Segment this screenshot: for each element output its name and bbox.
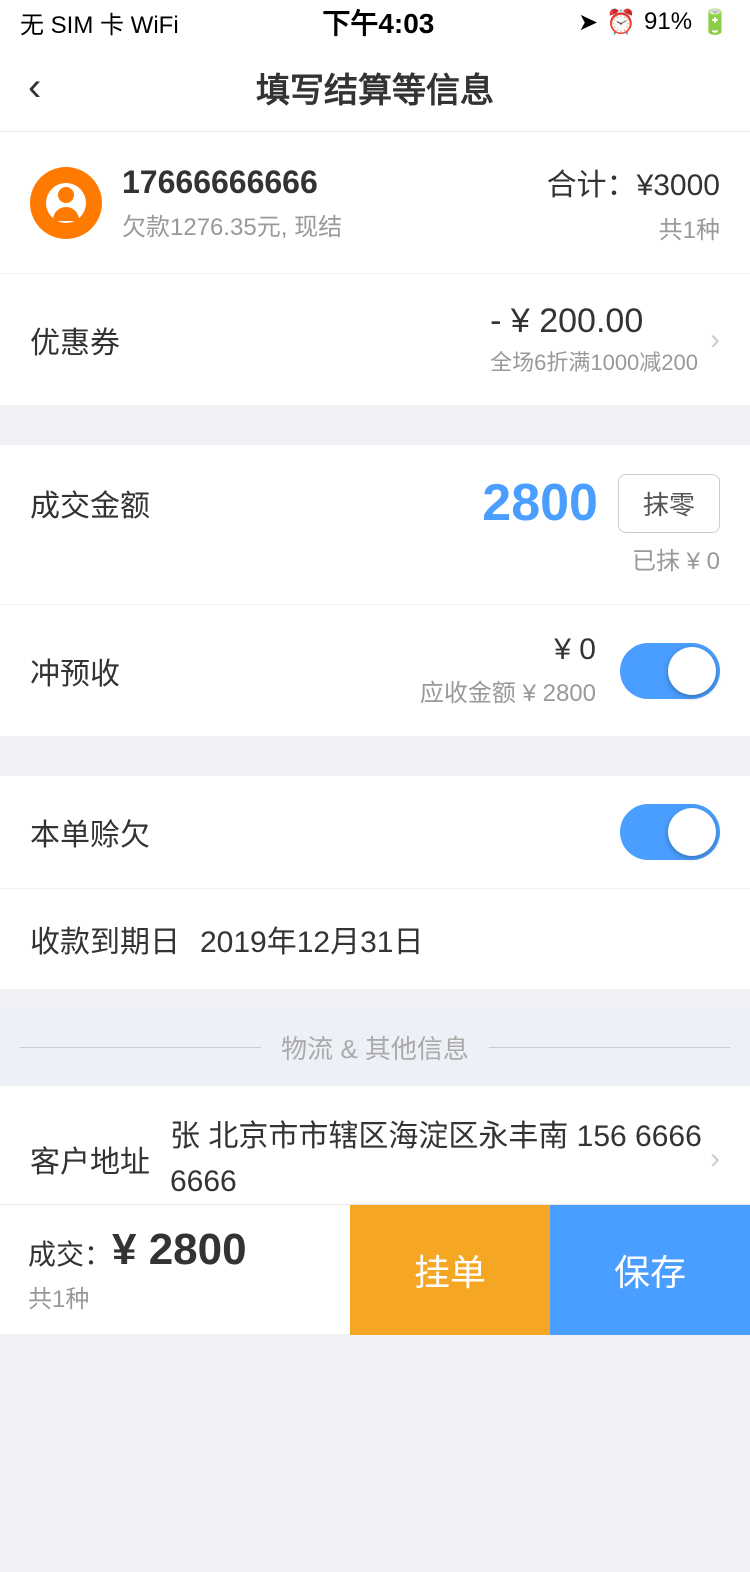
prepay-amount-block: ¥ 0 应收金额 ¥ 2800 xyxy=(420,633,596,708)
status-bar: 无 SIM 卡 WiFi 下午4:03 ➤ ⏰ 91% 🔋 xyxy=(0,0,750,44)
bottom-summary: 成交：¥ 2800 共1种 xyxy=(0,1225,350,1314)
transaction-section: 成交金额 2800 抹零 已抹 ¥ 0 xyxy=(0,445,750,604)
total-value: ¥3000 xyxy=(637,169,720,202)
transaction-amount: 2800 xyxy=(482,473,598,533)
bottom-transaction-prefix: 成交： xyxy=(28,1239,112,1270)
prepay-receivable: 应收金额 ¥ 2800 xyxy=(420,673,596,708)
logistics-line-left xyxy=(20,1047,261,1048)
bottom-bar: 成交：¥ 2800 共1种 挂单 保存 xyxy=(0,1204,750,1334)
coupon-detail: 全场6折满1000减200 xyxy=(490,345,698,377)
page-title: 填写结算等信息 xyxy=(256,63,494,112)
coupon-right: - ¥ 200.00 全场6折满1000减200 › xyxy=(490,302,720,377)
customer-row: 17666666666 欠款1276.35元, 现结 合计：¥3000 共1种 xyxy=(0,132,750,273)
status-time: 下午4:03 xyxy=(322,2,434,42)
prepay-section: 冲预收 ¥ 0 应收金额 ¥ 2800 xyxy=(0,604,750,736)
avatar-icon xyxy=(46,183,86,223)
already-rounded: 已抹 ¥ 0 xyxy=(30,541,720,576)
prepay-amount: ¥ 0 xyxy=(420,633,596,667)
duedate-section: 收款到期日 2019年12月31日 xyxy=(0,888,750,989)
round-zero-button[interactable]: 抹零 xyxy=(618,474,720,533)
battery-icon: 🔋 xyxy=(700,8,730,37)
total-count: 共1种 xyxy=(547,210,720,245)
alarm-icon: ⏰ xyxy=(606,8,636,37)
bottom-amount: ¥ 2800 xyxy=(112,1225,247,1274)
prepay-toggle[interactable] xyxy=(620,643,720,699)
avatar xyxy=(30,167,102,239)
transaction-row: 成交金额 2800 抹零 xyxy=(30,473,720,533)
writeoff-label: 本单赊欠 xyxy=(30,810,150,854)
duedate-value: 2019年12月31日 xyxy=(200,917,423,961)
coupon-row[interactable]: 优惠券 - ¥ 200.00 全场6折满1000减200 › xyxy=(0,273,750,405)
address-label: 客户地址 xyxy=(30,1137,150,1181)
total-amount: 合计：¥3000 xyxy=(547,160,720,204)
section-divider-2 xyxy=(0,736,750,756)
prepay-row: 冲预收 ¥ 0 应收金额 ¥ 2800 xyxy=(30,633,720,708)
bottom-transaction-label: 成交：¥ 2800 xyxy=(28,1225,322,1275)
writeoff-toggle-knob xyxy=(668,808,716,856)
logistics-divider: 物流 & 其他信息 xyxy=(0,1009,750,1086)
back-button[interactable]: ‹ xyxy=(28,65,41,110)
logistics-text: 物流 & 其他信息 xyxy=(281,1029,469,1066)
address-value: 张 北京市市辖区海淀区永丰南 156 6666 6666 xyxy=(170,1114,710,1204)
writeoff-section: 本单赊欠 xyxy=(0,776,750,888)
battery-label: 91% xyxy=(644,8,692,36)
status-left: 无 SIM 卡 WiFi xyxy=(20,5,179,40)
customer-total: 合计：¥3000 共1种 xyxy=(547,160,720,245)
duedate-label: 收款到期日 xyxy=(30,917,180,961)
toggle-knob xyxy=(668,647,716,695)
customer-phone: 17666666666 xyxy=(122,164,342,201)
writeoff-toggle[interactable] xyxy=(620,804,720,860)
logistics-line-right xyxy=(489,1047,730,1048)
bottom-count: 共1种 xyxy=(28,1279,322,1314)
location-icon: ➤ xyxy=(578,8,598,37)
customer-info: 17666666666 欠款1276.35元, 现结 xyxy=(122,164,342,242)
content: 17666666666 欠款1276.35元, 现结 合计：¥3000 共1种 … xyxy=(0,132,750,1572)
prepay-label: 冲预收 xyxy=(30,649,120,693)
total-label: 合计： xyxy=(547,169,637,202)
section-divider-1 xyxy=(0,425,750,445)
customer-left: 17666666666 欠款1276.35元, 现结 xyxy=(30,164,342,242)
save-button[interactable]: 保存 xyxy=(550,1205,750,1335)
sim-label: 无 SIM 卡 WiFi xyxy=(20,5,179,40)
address-chevron-right-icon: › xyxy=(710,1142,720,1176)
nav-bar: ‹ 填写结算等信息 xyxy=(0,44,750,132)
status-right: ➤ ⏰ 91% 🔋 xyxy=(578,8,730,37)
transaction-right: 2800 抹零 xyxy=(482,473,720,533)
customer-section: 17666666666 欠款1276.35元, 现结 合计：¥3000 共1种 … xyxy=(0,132,750,405)
coupon-discount: - ¥ 200.00 xyxy=(490,302,698,341)
coupon-chevron-right-icon: › xyxy=(710,323,720,357)
duedate-row: 收款到期日 2019年12月31日 xyxy=(30,917,720,961)
hang-order-button[interactable]: 挂单 xyxy=(350,1205,550,1335)
customer-debt: 欠款1276.35元, 现结 xyxy=(122,207,342,242)
prepay-right: ¥ 0 应收金额 ¥ 2800 xyxy=(420,633,720,708)
transaction-label: 成交金额 xyxy=(30,481,150,525)
coupon-label: 优惠券 xyxy=(30,318,120,362)
